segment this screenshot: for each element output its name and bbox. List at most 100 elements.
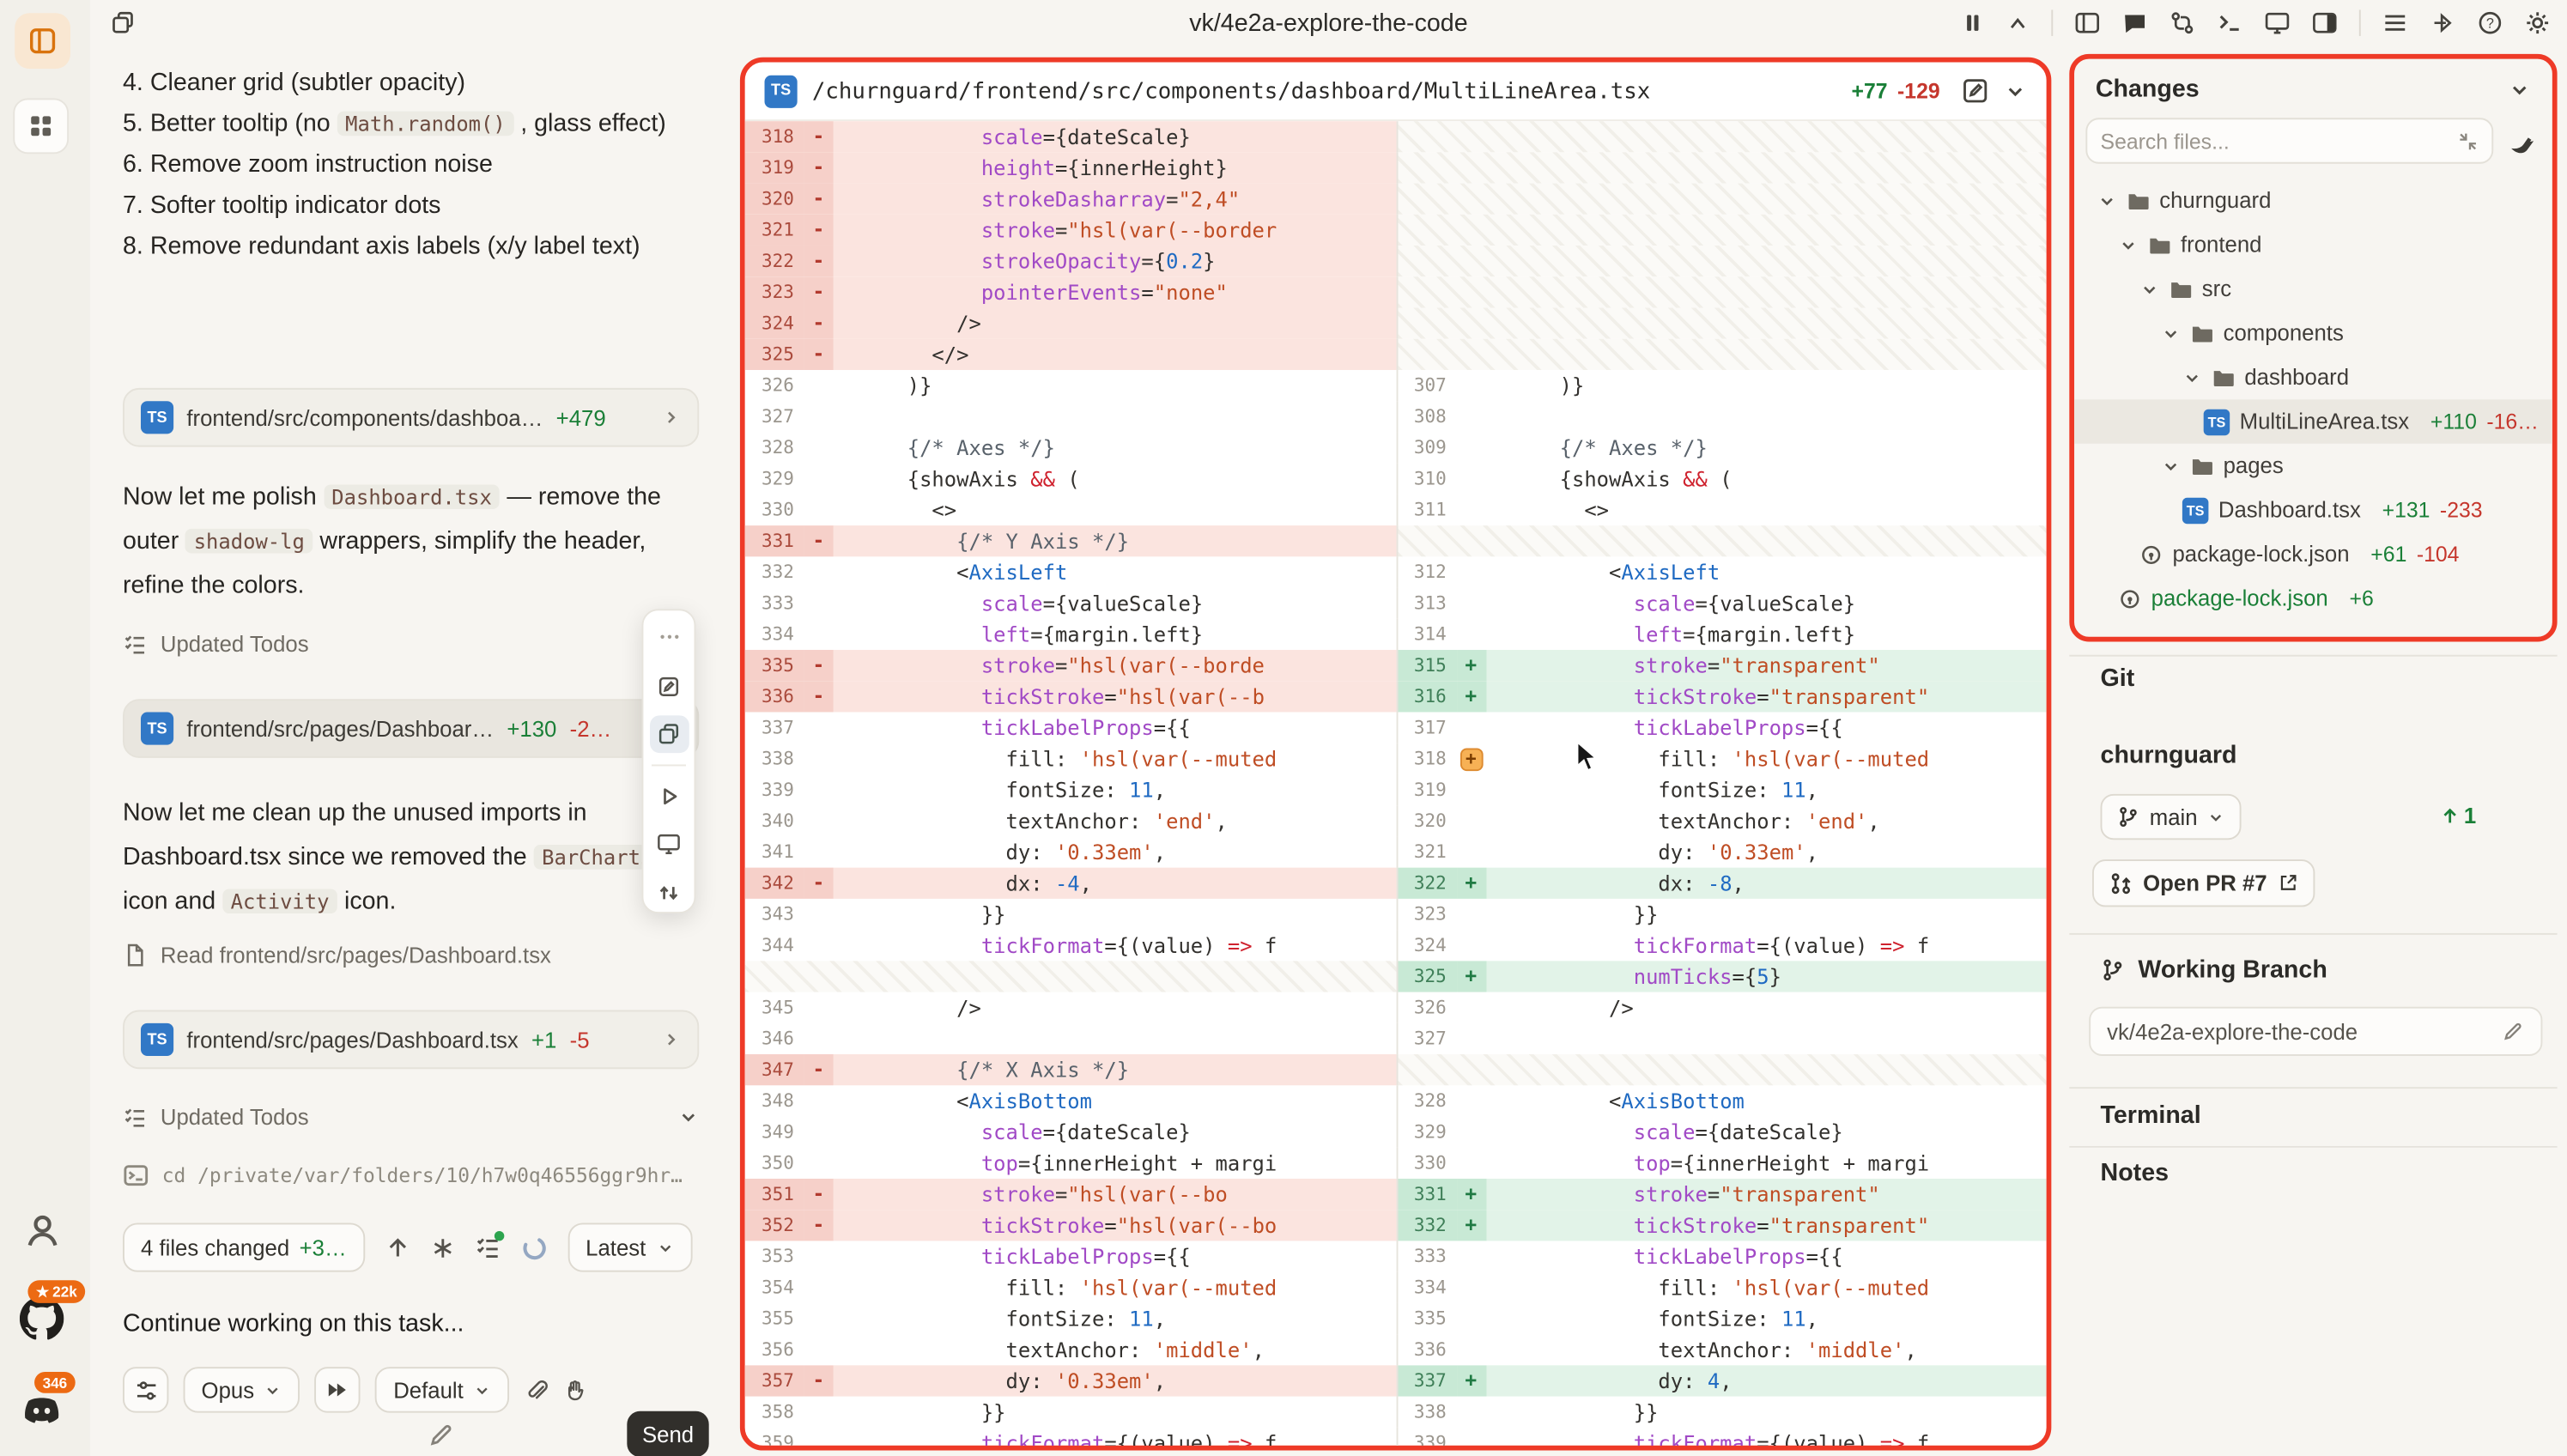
tree-folder-frontend[interactable]: frontend xyxy=(2074,222,2552,266)
view-toggle-button[interactable] xyxy=(1961,77,1988,105)
tree-label: Dashboard.tsx xyxy=(2218,498,2361,523)
bird-button[interactable] xyxy=(2506,125,2537,156)
chat-view-button[interactable] xyxy=(2121,9,2148,36)
account-button[interactable] xyxy=(23,1211,63,1251)
chat-input[interactable]: Continue working on this task... xyxy=(123,1310,699,1338)
branch-dropdown[interactable]: main xyxy=(2101,794,2242,840)
git-more-button[interactable] xyxy=(2506,828,2567,853)
diff-line: 313 scale={valueScale} xyxy=(1396,588,2047,619)
asterisk-icon[interactable] xyxy=(430,1235,455,1260)
run-button[interactable] xyxy=(649,778,689,815)
open-notes-section-button[interactable] xyxy=(2538,1253,2567,1274)
help-button[interactable]: ? xyxy=(2477,9,2503,36)
tree-file-Dashboard.tsx[interactable]: TSDashboard.tsx+131-233 xyxy=(2074,488,2552,531)
diff-line: 354 fill: 'hsl(var(--muted xyxy=(745,1272,1396,1303)
ts-file-icon: TS xyxy=(141,1023,173,1056)
diff-row: 333 scale={valueScale}313 scale={valueSc… xyxy=(745,588,2047,619)
file-name: frontend/src/components/dashboa… xyxy=(186,405,543,430)
read-file-row[interactable]: Read frontend/src/pages/Dashboard.tsx xyxy=(123,943,699,968)
app: ★22k 346 vk/4e2a-explore-the-code ? xyxy=(0,0,2567,1456)
expand-terminal-button[interactable] xyxy=(2503,1152,2567,1174)
options-button[interactable] xyxy=(123,1367,168,1412)
settings-button[interactable] xyxy=(2524,9,2551,36)
menu-button[interactable] xyxy=(2382,9,2409,36)
tree-file-package-lock.json[interactable]: package-lock.json+6 xyxy=(2074,576,2552,620)
search-input[interactable] xyxy=(2101,129,2448,154)
mode-dropdown[interactable]: Default xyxy=(375,1367,509,1412)
terminal-view-button[interactable] xyxy=(2217,9,2243,36)
app-logo-button[interactable] xyxy=(15,13,70,69)
tree-file-package-lock.json[interactable]: package-lock.json+61-104 xyxy=(2074,532,2552,576)
diff-line: 329 {showAxis && ( xyxy=(745,464,1396,494)
toggle-left-panel-button[interactable] xyxy=(2074,9,2101,36)
collapse-tree-button[interactable] xyxy=(2457,130,2479,152)
chevron-down-icon xyxy=(2161,324,2181,343)
pause-button[interactable] xyxy=(1961,11,1984,34)
file-chip-dashboard-page-2[interactable]: TS frontend/src/pages/Dashboard.tsx +1 -… xyxy=(123,1010,699,1070)
collapse-button[interactable] xyxy=(2006,10,2030,35)
continue-button[interactable] xyxy=(2430,9,2456,36)
file-search[interactable] xyxy=(2085,118,2493,163)
diff-view-button[interactable] xyxy=(2170,9,2196,36)
diff-line: 339 fontSize: 11, xyxy=(745,774,1396,805)
diff-line: 330 <> xyxy=(745,494,1396,525)
add-comment-button[interactable]: + xyxy=(1459,748,1483,771)
repo-name: churnguard xyxy=(2101,742,2237,769)
tree-folder-churnguard[interactable]: churnguard xyxy=(2074,179,2552,222)
folder-icon xyxy=(2190,322,2213,345)
diff-line: 339 tickFormat={(value) => f xyxy=(1396,1428,2047,1446)
collapse-changes-button[interactable] xyxy=(2508,78,2531,101)
preview-button[interactable] xyxy=(2264,9,2291,36)
scroll-to-top-button[interactable] xyxy=(385,1235,411,1261)
working-branch-input[interactable]: vk/4e2a-explore-the-code xyxy=(2089,1007,2542,1056)
tree-folder-src[interactable]: src xyxy=(2074,267,2552,311)
edit-branch-button[interactable] xyxy=(2502,1020,2525,1043)
diff-line: 308 xyxy=(1396,401,2047,432)
tree-folder-pages[interactable]: pages xyxy=(2074,444,2552,488)
toggle-right-panel-button[interactable] xyxy=(2312,9,2339,36)
github-link[interactable] xyxy=(20,1296,64,1340)
menu-icon xyxy=(2382,9,2409,36)
chevron-down-icon[interactable] xyxy=(677,1107,699,1128)
compose-button[interactable] xyxy=(119,1421,762,1448)
notes-section-title: Notes xyxy=(2101,1159,2169,1186)
diff-row: 334 left={margin.left}314 left={margin.l… xyxy=(745,619,2047,650)
todos-status-button[interactable] xyxy=(474,1235,501,1261)
tree-folder-components[interactable]: components xyxy=(2074,311,2552,355)
more-options-button[interactable] xyxy=(649,619,689,656)
chevron-down-icon xyxy=(656,1239,674,1257)
sync-branch-button[interactable] xyxy=(649,875,689,912)
copy-message-button[interactable] xyxy=(649,716,689,753)
list-item: 7. Softer tooltip indicator dots xyxy=(123,185,699,226)
model-dropdown[interactable]: Opus xyxy=(184,1367,300,1412)
diff-line: 327 xyxy=(745,401,1396,432)
collapse-git-button[interactable] xyxy=(2528,666,2567,689)
file-chip-dashboard-component[interactable]: TS frontend/src/components/dashboa… +479 xyxy=(123,388,699,447)
tree-file-MultiLineArea.tsx[interactable]: TSMultiLineArea.tsx+110-16… xyxy=(2074,399,2552,443)
hand-button[interactable] xyxy=(563,1378,588,1403)
diff-line: 326 /> xyxy=(1396,992,2047,1023)
updated-todos-row-2[interactable]: Updated Todos xyxy=(123,1105,699,1130)
fast-forward-button[interactable] xyxy=(315,1367,361,1412)
copy-icon xyxy=(657,722,682,747)
open-terminal-section-button[interactable] xyxy=(2538,1172,2567,1193)
terminal-prompt-icon xyxy=(123,1162,149,1189)
tree-folder-dashboard[interactable]: dashboard xyxy=(2074,355,2552,399)
discord-link[interactable] xyxy=(20,1388,64,1432)
terminal-command-row[interactable]: cd /private/var/folders/10/h7w0q46556ggr… xyxy=(123,1162,699,1189)
files-changed-dropdown[interactable]: 4 files changed +3… xyxy=(123,1222,365,1271)
open-pr-button[interactable]: Open PR #7 xyxy=(2092,859,2315,907)
diff-empty-region xyxy=(1396,246,2047,276)
diff-empty-region xyxy=(1396,152,2047,183)
collapse-diff-button[interactable] xyxy=(2004,79,2027,102)
edit-message-button[interactable] xyxy=(649,667,689,704)
open-terminal-button[interactable] xyxy=(649,826,689,863)
version-dropdown[interactable]: Latest xyxy=(567,1222,692,1271)
dashboard-grid-button[interactable] xyxy=(13,98,69,154)
additions-count: +1 xyxy=(531,1028,556,1053)
diff-line: 329 scale={dateScale} xyxy=(1396,1117,2047,1148)
attach-button[interactable] xyxy=(524,1378,549,1403)
diff-row: 319- height={innerHeight} xyxy=(745,152,2047,183)
updated-todos-row[interactable]: Updated Todos xyxy=(123,632,699,657)
file-chip-dashboard-page[interactable]: TS frontend/src/pages/Dashboar… +130 -2… xyxy=(123,699,699,758)
